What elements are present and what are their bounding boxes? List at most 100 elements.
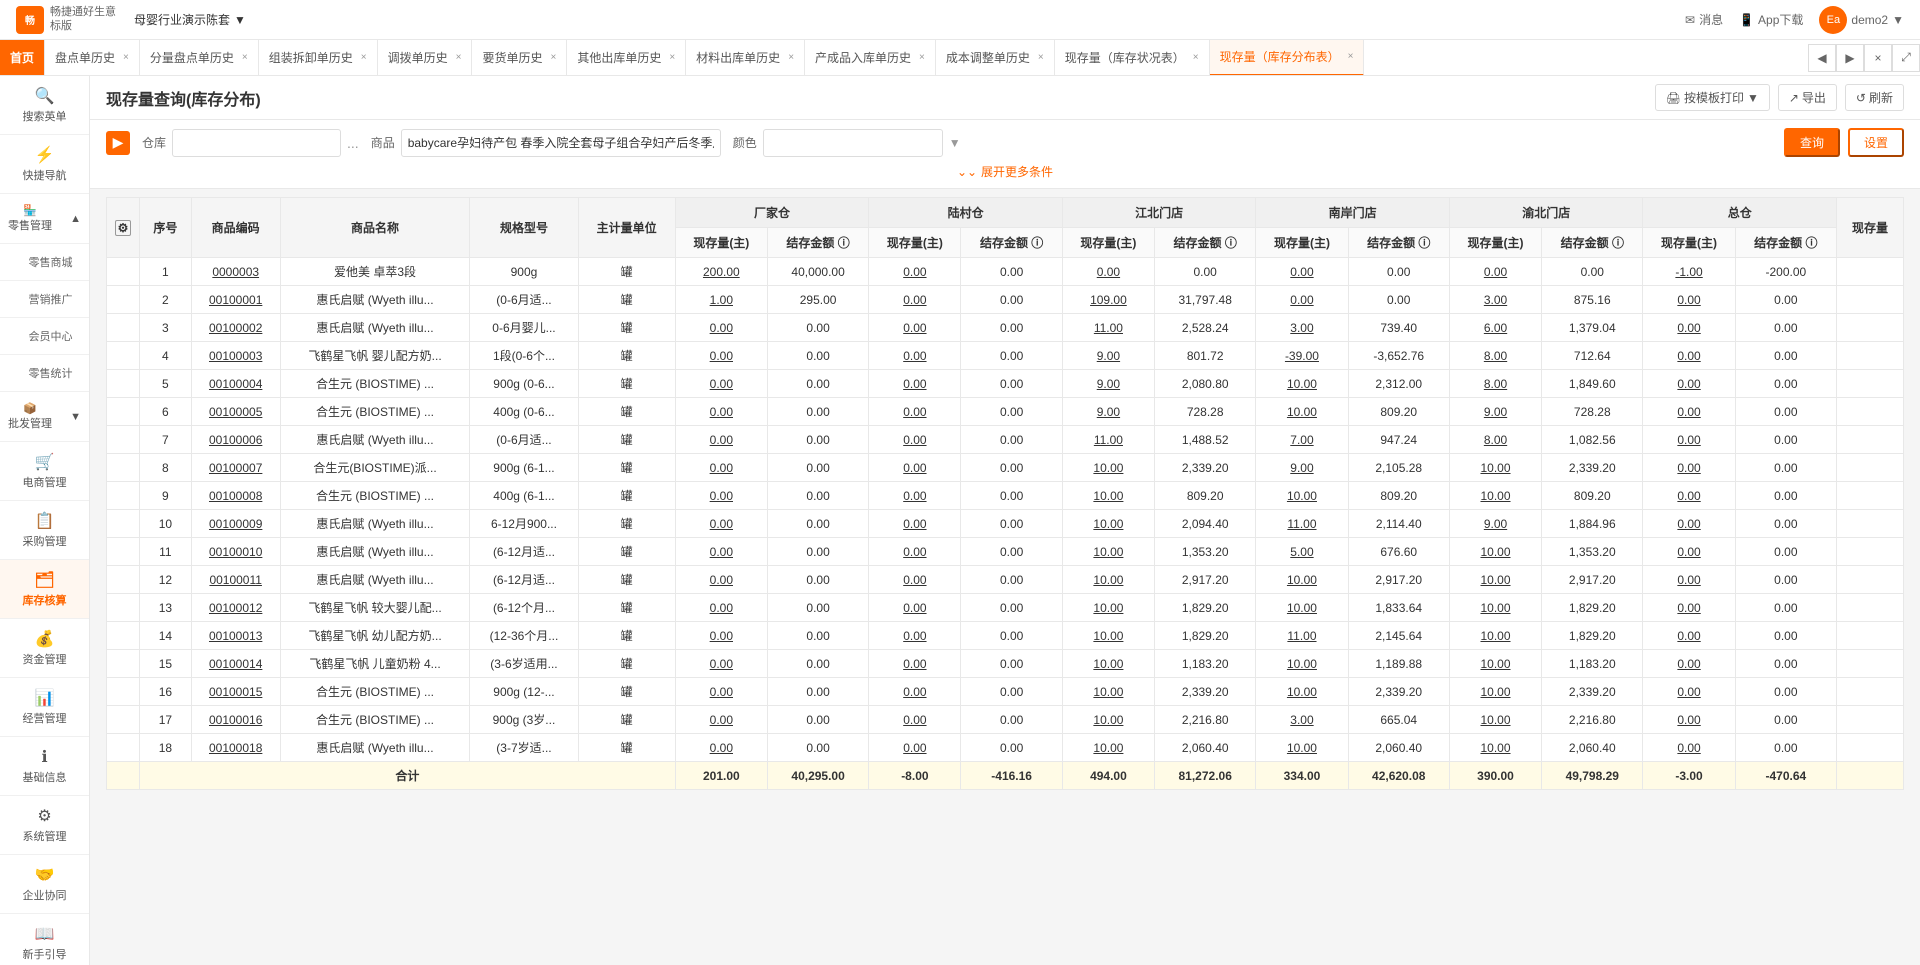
table-row: 12 00100011 惠氏启赋 (Wyeth illu... (6-12月适.…	[107, 566, 1904, 594]
nav-arrows: ◀ ▶ × ⤢	[1808, 44, 1920, 72]
app-download-btn[interactable]: 📱 App下载	[1739, 11, 1803, 28]
query-btn[interactable]: 查询	[1784, 128, 1840, 157]
close-icon10[interactable]: ×	[1193, 52, 1199, 63]
nav-left-btn[interactable]: ◀	[1808, 44, 1836, 72]
footer-zc-qty: -3.00	[1643, 762, 1735, 790]
print-btn[interactable]: 🖨 按模板打印 ▼	[1655, 84, 1770, 111]
sidebar-item-inventory[interactable]: 🗂库存核算	[0, 560, 89, 619]
sidebar-item-guide[interactable]: 📖新手引导	[0, 914, 89, 965]
tab-product-in[interactable]: 产成品入库单历史 ×	[805, 40, 936, 76]
export-btn[interactable]: ↗ 导出	[1778, 84, 1837, 111]
settings-btn[interactable]: 设置	[1848, 128, 1904, 157]
sidebar-item-retail-stat[interactable]: 零售统计	[0, 355, 89, 392]
nav-fullscreen-btn[interactable]: ⤢	[1892, 44, 1920, 72]
footer-label: 合计	[140, 762, 676, 790]
print-icon: 🖨	[1666, 91, 1681, 105]
th-zongcang: 总仓	[1643, 198, 1837, 228]
sidebar-item-ecom[interactable]: 🛒电商管理	[0, 442, 89, 501]
tab-other-out[interactable]: 其他出库单历史 ×	[567, 40, 686, 76]
close-icon3[interactable]: ×	[361, 52, 367, 63]
warehouse-input[interactable]	[172, 129, 341, 157]
color-input[interactable]	[763, 129, 943, 157]
close-icon[interactable]: ×	[123, 52, 129, 63]
top-bar: 畅 畅捷通好生意 标版 母婴行业演示陈套 ▼ ✉ 消息 📱 App下载 Ea d…	[0, 0, 1920, 40]
close-icon2[interactable]: ×	[242, 52, 248, 63]
sidebar: 🔍搜索英单 ⚡快捷导航 🏪 零售管理 ▲ 零售商城 营销推广 会员中心 零售统计…	[0, 76, 90, 965]
chevron-down-icon4: ▼	[1747, 91, 1759, 105]
footer-lc-amt: -416.16	[961, 762, 1062, 790]
table-row: 11 00100010 惠氏启赋 (Wyeth illu... (6-12月适.…	[107, 538, 1904, 566]
logo-text: 畅捷通好生意 标版	[50, 6, 116, 32]
finance-icon: 💰	[4, 629, 85, 649]
th-yb-amt: 结存金额 ⓘ	[1542, 228, 1643, 258]
th-settings[interactable]: ⚙	[107, 198, 140, 258]
sidebar-item-member[interactable]: 会员中心	[0, 318, 89, 355]
filter-goods: 商品	[371, 129, 721, 157]
table-row: 16 00100015 合生元 (BIOSTIME) ... 900g (12-…	[107, 678, 1904, 706]
sidebar-item-marketing[interactable]: 营销推广	[0, 281, 89, 318]
user-menu[interactable]: Ea demo2 ▼	[1819, 6, 1904, 34]
close-icon7[interactable]: ×	[788, 52, 794, 63]
th-no: 序号	[140, 198, 192, 258]
nav-close-btn[interactable]: ×	[1864, 44, 1892, 72]
sidebar-item-system[interactable]: ⚙系统管理	[0, 796, 89, 855]
tab-material-out[interactable]: 材料出库单历史 ×	[686, 40, 805, 76]
tab-split-inventory[interactable]: 分量盘点单历史 ×	[140, 40, 259, 76]
table-row: 5 00100004 合生元 (BIOSTIME) ... 900g (0-6.…	[107, 370, 1904, 398]
sidebar-item-base[interactable]: ℹ基础信息	[0, 737, 89, 796]
refresh-icon: ↺	[1856, 91, 1866, 105]
top-right: ✉ 消息 📱 App下载 Ea demo2 ▼	[1685, 6, 1904, 34]
close-icon11[interactable]: ×	[1348, 51, 1354, 62]
guide-icon: 📖	[4, 924, 85, 944]
ops-icon: 📊	[4, 688, 85, 708]
tab-inventory-check[interactable]: 盘点单历史 ×	[45, 40, 140, 76]
close-icon9[interactable]: ×	[1038, 52, 1044, 63]
table-row: 18 00100018 惠氏启赋 (Wyeth illu... (3-7岁适..…	[107, 734, 1904, 762]
sidebar-item-retail[interactable]: 🏪 零售管理 ▲	[0, 194, 89, 244]
filter-expand-btn[interactable]: ▶	[106, 131, 130, 155]
expand-more-btn[interactable]: ⌄⌄ 展开更多条件	[957, 163, 1053, 180]
sidebar-item-purchase[interactable]: 📋采购管理	[0, 501, 89, 560]
close-icon5[interactable]: ×	[550, 52, 556, 63]
tab-demand[interactable]: 要货单历史 ×	[472, 40, 567, 76]
nav-right-btn[interactable]: ▶	[1836, 44, 1864, 72]
sidebar-item-collab[interactable]: 🤝企业协同	[0, 855, 89, 914]
th-lc-amt: 结存金额 ⓘ	[961, 228, 1062, 258]
main-content: 现存量查询(库存分布) 🖨 按模板打印 ▼ ↗ 导出 ↺ 刷新	[90, 76, 1920, 965]
table-row: 13 00100012 飞鹤星飞帆 较大婴儿配... (6-12个月... 罐 …	[107, 594, 1904, 622]
th-current: 现存量	[1837, 198, 1904, 258]
sidebar-item-nav[interactable]: ⚡快捷导航	[0, 135, 89, 194]
tab-home[interactable]: 首页	[0, 40, 45, 76]
tab-cost-adjust[interactable]: 成本调整单历史 ×	[936, 40, 1055, 76]
layout: 🔍搜索英单 ⚡快捷导航 🏪 零售管理 ▲ 零售商城 营销推广 会员中心 零售统计…	[0, 76, 1920, 965]
table-row: 3 00100002 惠氏启赋 (Wyeth illu... 0-6月婴儿...…	[107, 314, 1904, 342]
retail-icon: 🏪	[23, 204, 37, 217]
goods-input[interactable]	[401, 129, 721, 157]
sidebar-item-shop[interactable]: 零售商城	[0, 244, 89, 281]
table-area[interactable]: ⚙ 序号 商品编码 商品名称 规格型号 主计量单位 厂家仓 陆村仓 江北门店 南…	[90, 189, 1920, 965]
tab-stock-dist[interactable]: 现存量（库存分布表） ×	[1210, 40, 1365, 76]
header-actions: 🖨 按模板打印 ▼ ↗ 导出 ↺ 刷新	[1655, 84, 1904, 111]
refresh-btn[interactable]: ↺ 刷新	[1845, 84, 1904, 111]
message-btn[interactable]: ✉ 消息	[1685, 11, 1723, 28]
sidebar-item-search[interactable]: 🔍搜索英单	[0, 76, 89, 135]
table-row: 7 00100006 惠氏启赋 (Wyeth illu... (0-6月适...…	[107, 426, 1904, 454]
base-icon: ℹ	[4, 747, 85, 767]
tab-stock-status[interactable]: 现存量（库存状况表） ×	[1055, 40, 1210, 76]
nav-icon: ⚡	[4, 145, 85, 165]
industry-selector[interactable]: 母婴行业演示陈套 ▼	[134, 11, 246, 28]
th-nanan: 南岸门店	[1256, 198, 1450, 228]
ecom-icon: 🛒	[4, 452, 85, 472]
tab-transfer[interactable]: 调拨单历史 ×	[378, 40, 473, 76]
color-chevron: ▼	[949, 136, 961, 150]
sidebar-item-ops[interactable]: 📊经营管理	[0, 678, 89, 737]
tab-assembly[interactable]: 组装拆卸单历史 ×	[259, 40, 378, 76]
close-icon8[interactable]: ×	[919, 52, 925, 63]
th-jiangbei: 江北门店	[1062, 198, 1256, 228]
logo-icon: 畅	[16, 6, 44, 34]
close-icon4[interactable]: ×	[456, 52, 462, 63]
close-icon6[interactable]: ×	[669, 52, 675, 63]
sidebar-item-finance[interactable]: 💰资金管理	[0, 619, 89, 678]
sidebar-item-wholesale[interactable]: 📦 批发管理 ▼	[0, 392, 89, 442]
th-cj-qty: 现存量(主)	[675, 228, 767, 258]
